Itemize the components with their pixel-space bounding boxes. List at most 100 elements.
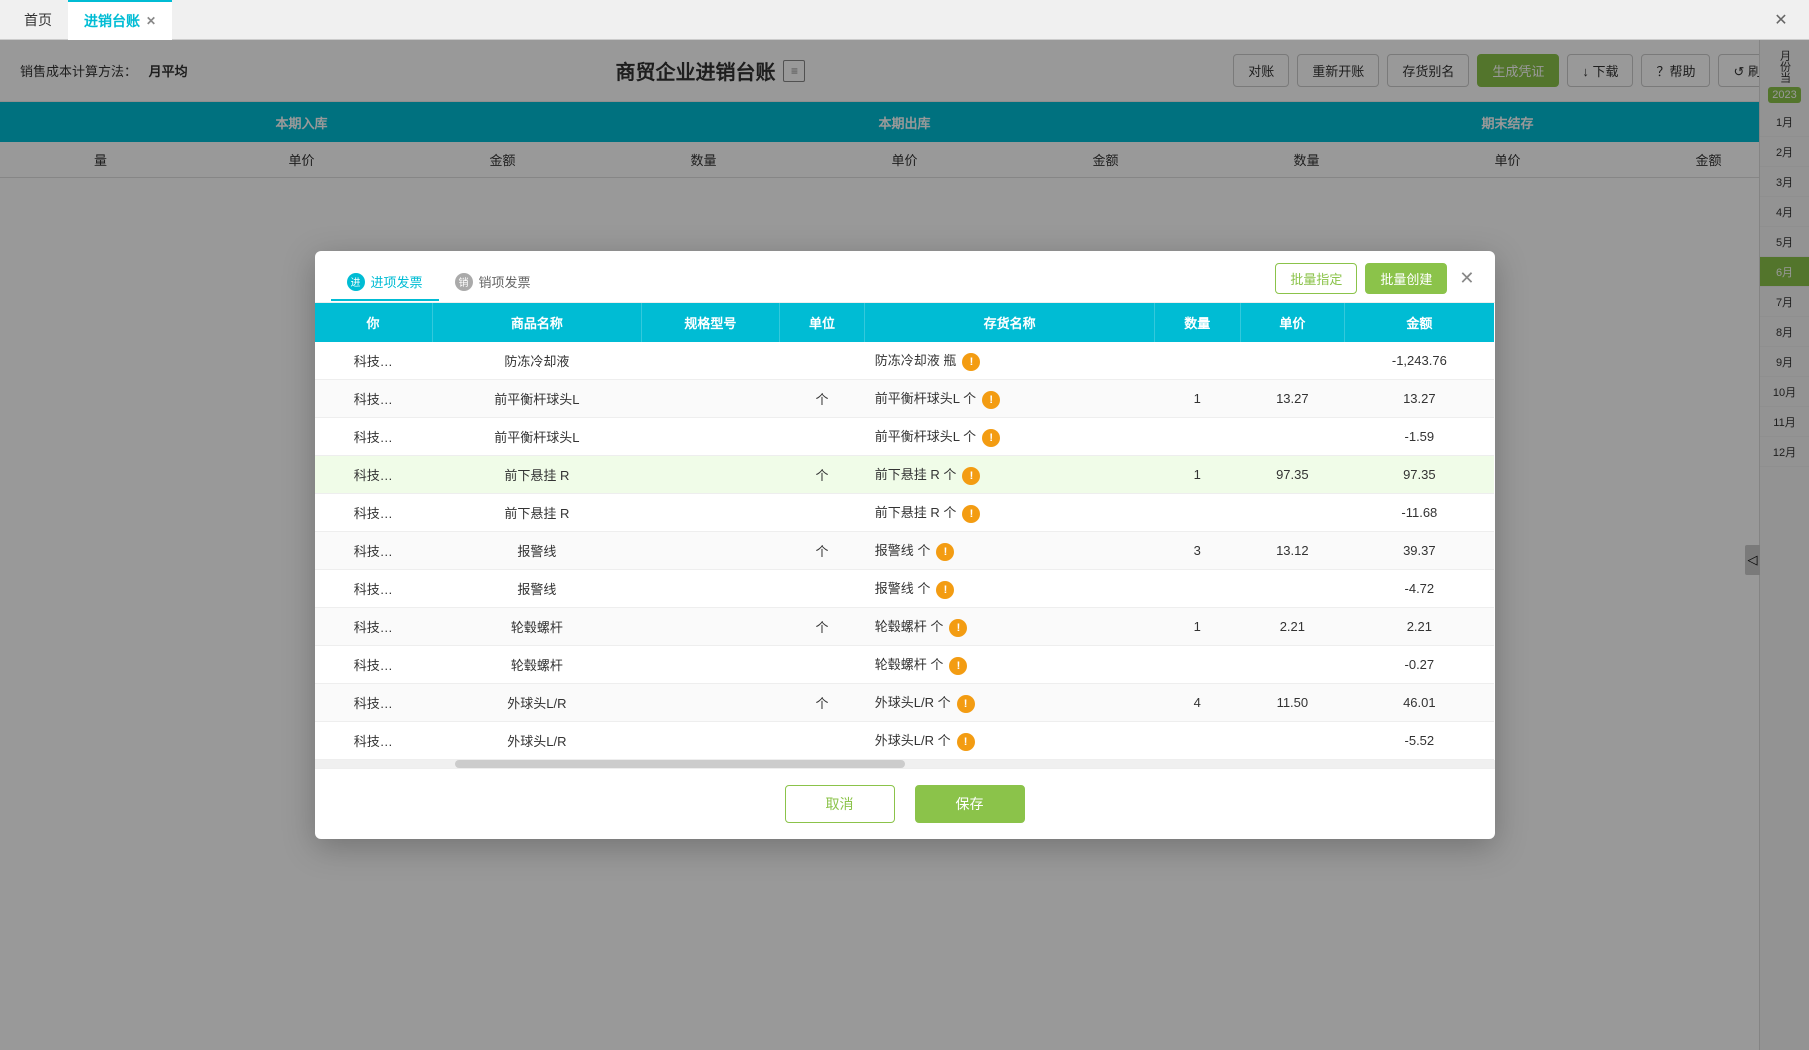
cell-amount: -1,243.76 [1345,342,1494,380]
table-row: 科技…前下悬挂 R前下悬挂 R 个!-11.68 [315,494,1495,532]
cell-spec [642,418,779,456]
cell-product: 防冻冷却液 [432,342,642,380]
table-row: 科技…外球头L/R个外球头L/R 个!411.5046.01 [315,684,1495,722]
cell-amount: 46.01 [1345,684,1494,722]
cell-spec [642,608,779,646]
warning-icon[interactable]: ! [949,619,967,637]
cell-amount: -11.68 [1345,494,1494,532]
cell-qty [1154,646,1240,684]
table-row: 科技…报警线个报警线 个!313.1239.37 [315,532,1495,570]
cell-unit: 个 [779,380,865,418]
warning-icon[interactable]: ! [962,467,980,485]
cell-product: 前平衡杆球头L [432,380,642,418]
table-row: 科技…报警线报警线 个!-4.72 [315,570,1495,608]
warning-icon[interactable]: ! [962,505,980,523]
modal-overlay: 进 进项发票 销 销项发票 批量指定 批量创建 ✕ [0,40,1809,1050]
tab-ledger-close[interactable]: ✕ [146,14,156,28]
cell-product: 前下悬挂 R [432,456,642,494]
cell-spec [642,494,779,532]
warning-icon[interactable]: ! [957,695,975,713]
warning-icon[interactable]: ! [982,391,1000,409]
warning-icon[interactable]: ! [982,429,1000,447]
cell-qty [1154,570,1240,608]
cell-qty: 1 [1154,380,1240,418]
col-price: 单价 [1240,303,1345,342]
cell-product: 轮毂螺杆 [432,646,642,684]
cell-inventory: 前平衡杆球头L 个! [865,380,1155,418]
cell-qty: 3 [1154,532,1240,570]
modal-scrollbar-area[interactable] [315,760,1495,768]
save-button[interactable]: 保存 [915,785,1025,823]
modal-header: 进 进项发票 销 销项发票 批量指定 批量创建 ✕ [315,251,1495,303]
cell-price: 13.27 [1240,380,1345,418]
cell-company: 科技… [315,532,433,570]
cell-spec [642,342,779,380]
cell-inventory: 防冻冷却液 瓶! [865,342,1155,380]
batch-create-button[interactable]: 批量创建 [1365,263,1447,294]
cell-product: 前平衡杆球头L [432,418,642,456]
cell-unit: 个 [779,608,865,646]
cell-product: 前下悬挂 R [432,494,642,532]
warning-icon[interactable]: ! [936,581,954,599]
cell-inventory: 报警线 个! [865,570,1155,608]
cell-spec [642,532,779,570]
cell-unit [779,570,865,608]
cell-unit [779,342,865,380]
cell-spec [642,684,779,722]
modal-scrollbar-thumb[interactable] [455,760,905,768]
modal-tab-incoming[interactable]: 进 进项发票 [331,264,439,301]
table-header-row: 你 商品名称 规格型号 单位 存货名称 数量 单价 金额 [315,303,1495,342]
table-row: 科技…轮毂螺杆个轮毂螺杆 个!12.212.21 [315,608,1495,646]
cell-qty [1154,494,1240,532]
cell-product: 外球头L/R [432,722,642,760]
cell-inventory: 外球头L/R 个! [865,684,1155,722]
col-product: 商品名称 [432,303,642,342]
modal-tab-outgoing[interactable]: 销 销项发票 [439,264,547,301]
cell-company: 科技… [315,342,433,380]
cell-price [1240,646,1345,684]
cell-company: 科技… [315,418,433,456]
table-row: 科技…轮毂螺杆轮毂螺杆 个!-0.27 [315,646,1495,684]
modal-table-wrap: 你 商品名称 规格型号 单位 存货名称 数量 单价 金额 科技…防冻冷却液防冻冷… [315,303,1495,760]
cell-company: 科技… [315,456,433,494]
cell-product: 外球头L/R [432,684,642,722]
cell-amount: -5.52 [1345,722,1494,760]
modal-close-button[interactable]: ✕ [1455,268,1478,289]
cell-company: 科技… [315,380,433,418]
window-close-button[interactable]: ✕ [1761,0,1801,40]
tab-ledger[interactable]: 进销台账 ✕ [68,0,172,40]
batch-assign-button[interactable]: 批量指定 [1275,263,1357,294]
tab-home[interactable]: 首页 [8,0,68,40]
cell-product: 报警线 [432,570,642,608]
col-spec: 规格型号 [642,303,779,342]
cell-company: 科技… [315,608,433,646]
cell-unit [779,418,865,456]
col-inventory: 存货名称 [865,303,1155,342]
cancel-button[interactable]: 取消 [785,785,895,823]
cell-price [1240,418,1345,456]
warning-icon[interactable]: ! [962,353,980,371]
warning-icon[interactable]: ! [949,657,967,675]
cell-amount: 97.35 [1345,456,1494,494]
warning-icon[interactable]: ! [936,543,954,561]
cell-inventory: 前平衡杆球头L 个! [865,418,1155,456]
cell-unit: 个 [779,532,865,570]
cell-amount: 39.37 [1345,532,1494,570]
warning-icon[interactable]: ! [957,733,975,751]
cell-product: 报警线 [432,532,642,570]
cell-product: 轮毂螺杆 [432,608,642,646]
cell-price [1240,494,1345,532]
main-page: 销售成本计算方法： 月平均 商贸企业进销台账 ≡ 对账 重新开账 存货别名 生成… [0,40,1809,1050]
cell-company: 科技… [315,570,433,608]
cell-spec [642,456,779,494]
cell-qty [1154,342,1240,380]
cell-amount: 2.21 [1345,608,1494,646]
cell-price [1240,342,1345,380]
cell-company: 科技… [315,646,433,684]
cell-unit [779,494,865,532]
cell-qty [1154,722,1240,760]
cell-qty [1154,418,1240,456]
cell-company: 科技… [315,684,433,722]
incoming-tab-icon: 进 [347,273,365,291]
col-company: 你 [315,303,433,342]
